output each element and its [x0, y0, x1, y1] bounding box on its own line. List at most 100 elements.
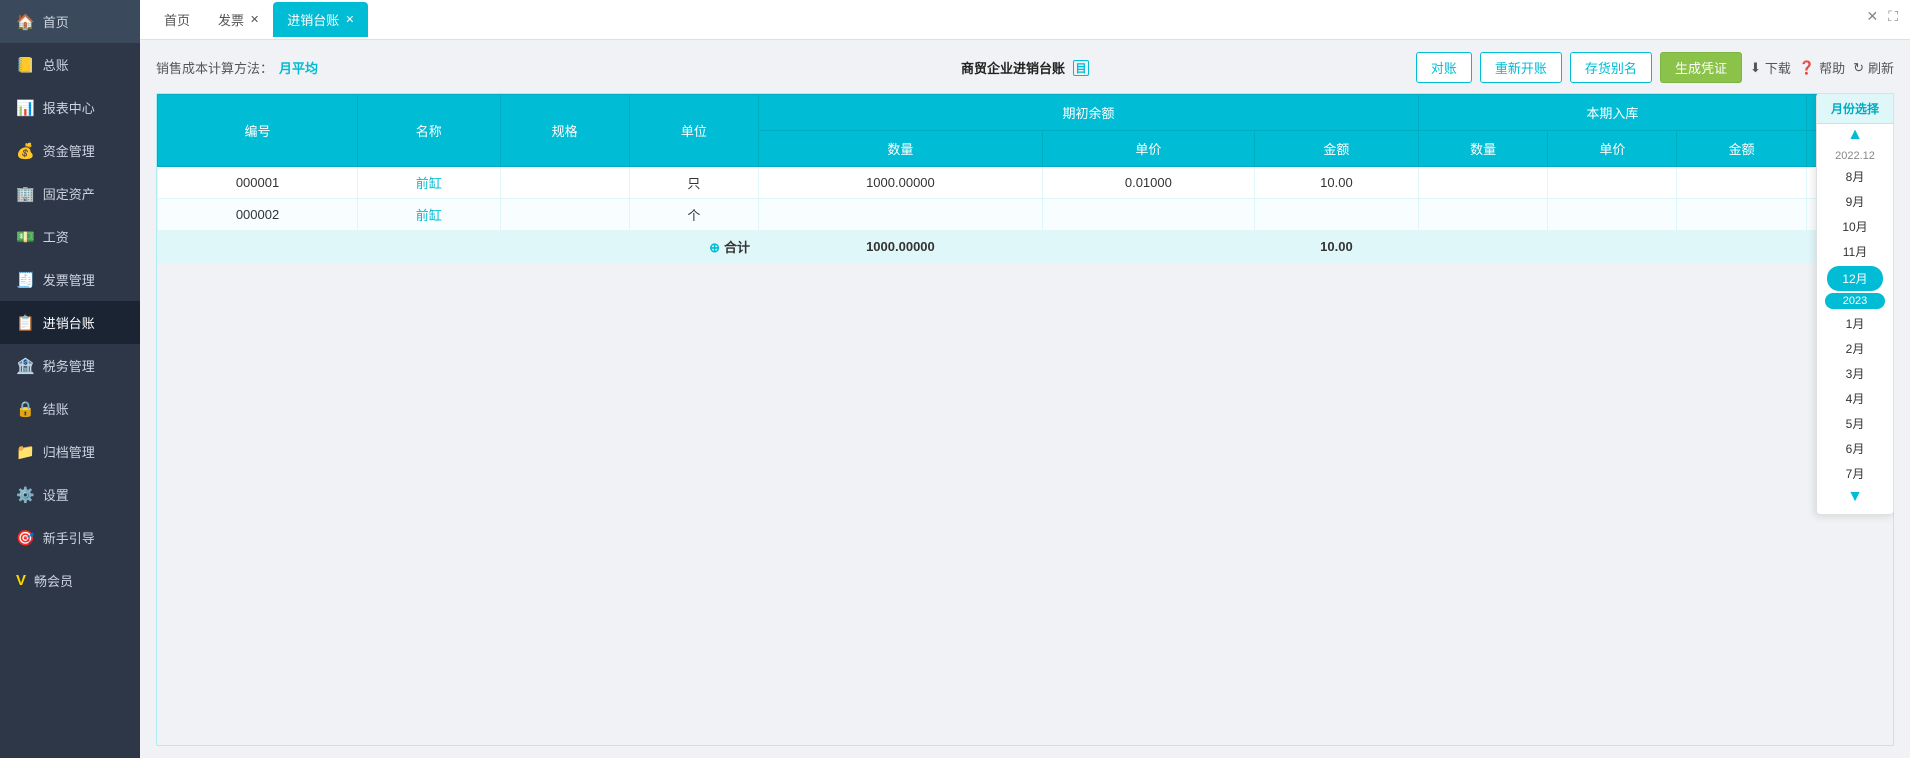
- name-link[interactable]: 前缸: [416, 208, 442, 223]
- help-button[interactable]: ❓ 帮助: [1799, 58, 1845, 77]
- cell-unit: 个: [629, 199, 758, 231]
- sidebar-item-closing[interactable]: 🔒 结账: [0, 387, 140, 430]
- year-2022-label: 2022.12: [1817, 146, 1893, 164]
- cell-amount-in: [1677, 167, 1806, 199]
- cell-spec: [500, 167, 629, 199]
- total-price-init: [1042, 231, 1254, 263]
- col-header-initial: 期初余额: [759, 95, 1419, 131]
- total-amount-in: [1677, 231, 1806, 263]
- sidebar-item-reports[interactable]: 📊 报表中心: [0, 86, 140, 129]
- sidebar-item-label: 发票管理: [43, 270, 95, 289]
- sidebar-item-assets[interactable]: 🏢 固定资产: [0, 172, 140, 215]
- closing-icon: 🔒: [16, 400, 35, 418]
- invoice-icon: 🧾: [16, 271, 35, 289]
- sidebar-item-label: 资金管理: [43, 141, 95, 160]
- month-5[interactable]: 5月: [1817, 411, 1893, 436]
- month-4[interactable]: 4月: [1817, 386, 1893, 411]
- tab-purchase-close[interactable]: ✕: [345, 13, 354, 26]
- reopen-button[interactable]: 重新开账: [1480, 52, 1562, 83]
- col-sub-price-init: 单价: [1042, 131, 1254, 167]
- month-3[interactable]: 3月: [1817, 361, 1893, 386]
- refresh-label: 刷新: [1868, 58, 1894, 77]
- maximize-button[interactable]: ⛶: [1888, 8, 1898, 25]
- sidebar-item-ledger[interactable]: 📒 总账: [0, 43, 140, 86]
- sidebar-item-tax[interactable]: 🏦 税务管理: [0, 344, 140, 387]
- month-11[interactable]: 11月: [1817, 239, 1893, 264]
- cell-qty-in: [1419, 167, 1548, 199]
- tab-invoice-close[interactable]: ✕: [250, 13, 259, 26]
- month-nav-up[interactable]: ▲: [1817, 124, 1893, 146]
- col-sub-qty-in: 数量: [1419, 131, 1548, 167]
- tab-invoice-label: 发票: [218, 10, 244, 29]
- home-icon: 🏠: [16, 13, 35, 31]
- month-10[interactable]: 10月: [1817, 214, 1893, 239]
- sidebar-item-purchase[interactable]: 📋 进销台账: [0, 301, 140, 344]
- reconcile-button[interactable]: 对账: [1416, 52, 1472, 83]
- help-icon: ❓: [1799, 60, 1815, 76]
- col-sub-price-in: 单价: [1548, 131, 1677, 167]
- guide-icon: 🎯: [16, 529, 35, 547]
- member-icon: V: [16, 572, 26, 589]
- toolbar-center: 商贸企业进销台账 目: [961, 58, 1089, 77]
- month-6[interactable]: 6月: [1817, 436, 1893, 461]
- generate-voucher-button[interactable]: 生成凭证: [1660, 52, 1742, 83]
- table-row: 000002 前缸 个: [158, 199, 1893, 231]
- sidebar-item-label: 总账: [43, 55, 69, 74]
- col-header-name: 名称: [358, 95, 500, 167]
- month-7[interactable]: 7月: [1817, 461, 1893, 486]
- total-price-in: [1548, 231, 1677, 263]
- sidebar-item-label: 结账: [43, 399, 69, 418]
- cell-id: 000002: [158, 199, 358, 231]
- col-header-in: 本期入库: [1419, 95, 1807, 131]
- sidebar-item-member[interactable]: V 畅会员: [0, 559, 140, 602]
- cell-amount-in: [1677, 199, 1806, 231]
- month-2[interactable]: 2月: [1817, 336, 1893, 361]
- sidebar-item-invoice[interactable]: 🧾 发票管理: [0, 258, 140, 301]
- month-nav-down[interactable]: ▼: [1817, 486, 1893, 508]
- save-alias-button[interactable]: 存货别名: [1570, 52, 1652, 83]
- month-8[interactable]: 8月: [1817, 164, 1893, 189]
- cell-qty-init: 1000.00000: [759, 167, 1043, 199]
- sidebar-item-label: 进销台账: [43, 313, 95, 332]
- refresh-button[interactable]: ↻ 刷新: [1853, 58, 1894, 77]
- month-12[interactable]: 12月: [1827, 266, 1883, 291]
- main-area: 首页 发票 ✕ 进销台账 ✕ 销售成本计算方法： 月平均 商贸企业进销台账 目 …: [140, 0, 1910, 758]
- close-button[interactable]: ✕: [1866, 8, 1878, 25]
- content-area: 销售成本计算方法： 月平均 商贸企业进销台账 目 对账 重新开账 存货别名 生成…: [140, 40, 1910, 758]
- tab-home[interactable]: 首页: [150, 2, 204, 37]
- sidebar-item-funds[interactable]: 💰 资金管理: [0, 129, 140, 172]
- toolbar-left: 销售成本计算方法： 月平均: [156, 58, 318, 77]
- cell-price-in: [1548, 167, 1677, 199]
- toolbar-right: 对账 重新开账 存货别名 生成凭证 ⬇ 下载 ❓ 帮助 ↻ 刷新: [1416, 52, 1894, 83]
- tab-purchase[interactable]: 进销台账 ✕: [273, 2, 368, 37]
- cost-method-value: 月平均: [279, 58, 318, 77]
- col-sub-amount-in: 金额: [1677, 131, 1806, 167]
- info-icon[interactable]: 目: [1073, 60, 1089, 76]
- archive-icon: 📁: [16, 443, 35, 461]
- expand-icon[interactable]: ⊕: [709, 240, 720, 255]
- settings-icon: ⚙️: [16, 486, 35, 504]
- sidebar-item-home[interactable]: 🏠 首页: [0, 0, 140, 43]
- month-1[interactable]: 1月: [1817, 311, 1893, 336]
- purchase-icon: 📋: [16, 314, 35, 332]
- sidebar-item-salary[interactable]: 💵 工资: [0, 215, 140, 258]
- sidebar-item-guide[interactable]: 🎯 新手引导: [0, 516, 140, 559]
- sidebar-item-label: 畅会员: [34, 571, 73, 590]
- cell-qty-in: [1419, 199, 1548, 231]
- name-link[interactable]: 前缸: [416, 176, 442, 191]
- col-sub-qty-init: 数量: [759, 131, 1043, 167]
- help-label: 帮助: [1819, 58, 1845, 77]
- sidebar-item-settings[interactable]: ⚙️ 设置: [0, 473, 140, 516]
- funds-icon: 💰: [16, 142, 35, 160]
- month-9[interactable]: 9月: [1817, 189, 1893, 214]
- sidebar-item-label: 工资: [43, 227, 69, 246]
- download-button[interactable]: ⬇ 下载: [1750, 58, 1791, 77]
- sidebar-item-label: 新手引导: [43, 528, 95, 547]
- tab-invoice[interactable]: 发票 ✕: [204, 2, 273, 37]
- sidebar-item-archive[interactable]: 📁 归档管理: [0, 430, 140, 473]
- cell-id: 000001: [158, 167, 358, 199]
- window-controls: ✕ ⛶: [1866, 8, 1898, 25]
- toolbar: 销售成本计算方法： 月平均 商贸企业进销台账 目 对账 重新开账 存货别名 生成…: [156, 52, 1894, 83]
- sidebar-item-label: 设置: [43, 485, 69, 504]
- cell-amount-init: [1254, 199, 1418, 231]
